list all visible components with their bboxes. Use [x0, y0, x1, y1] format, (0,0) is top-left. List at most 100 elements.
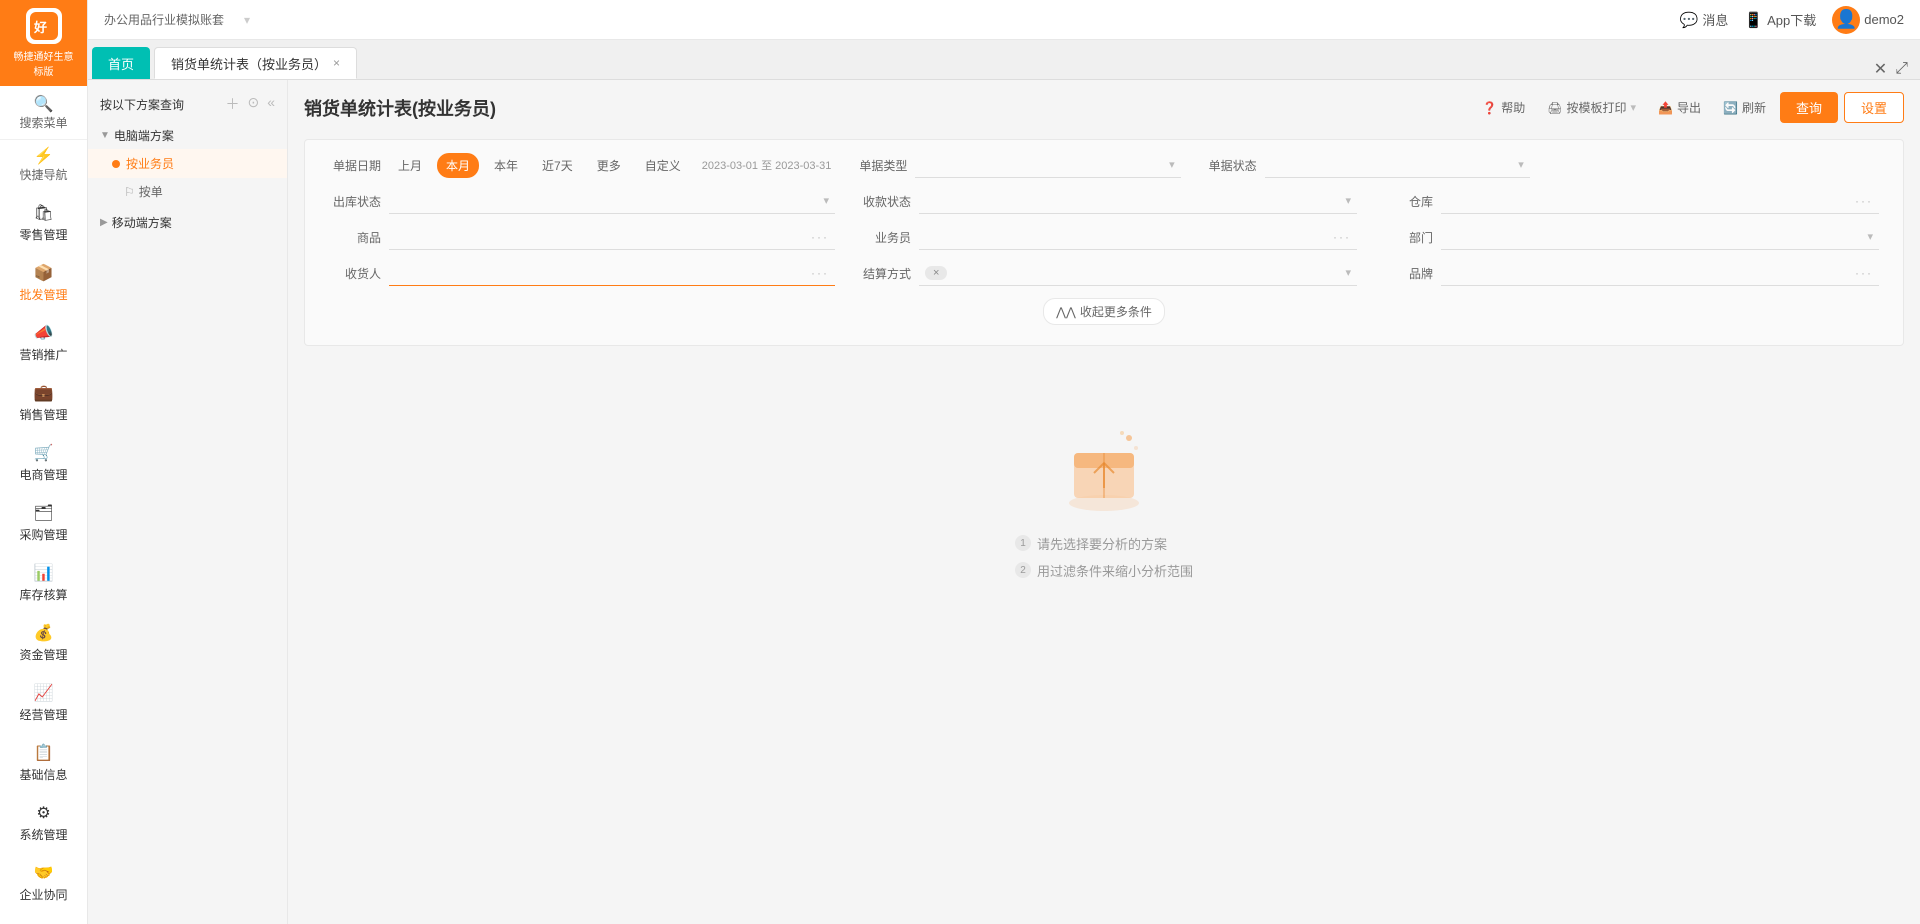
brand-input[interactable]: ··· — [1441, 260, 1879, 286]
hint-num-2: 2 — [1015, 562, 1031, 578]
salesman-label: 业务员 — [851, 229, 911, 246]
app-download-btn[interactable]: 📱 App下载 — [1744, 10, 1816, 29]
settlement-tag-close[interactable]: × — [933, 267, 939, 279]
out-status-caret: ▾ — [823, 194, 829, 207]
dept-input[interactable]: ▾ — [1441, 224, 1879, 250]
settlement-input[interactable]: × ▾ — [919, 260, 1357, 286]
print-btn[interactable]: 🖨 按模板打印 ▾ — [1539, 95, 1644, 120]
marketing-icon: 📣 — [34, 323, 54, 343]
app-logo[interactable]: 好 畅捷通好生意 标版 — [0, 0, 87, 86]
sidebar-system-label: 系统管理 — [19, 826, 67, 843]
doc-type-label: 单据类型 — [847, 157, 907, 174]
panel-desktop-header[interactable]: ▼ 电脑端方案 — [88, 122, 287, 149]
collapse-up-icon: ⋀⋀ — [1056, 305, 1076, 319]
query-btn[interactable]: 查询 — [1780, 92, 1838, 123]
panel-item-by-order[interactable]: ⚐ 按单 — [88, 178, 287, 205]
product-label: 商品 — [321, 229, 381, 246]
refresh-icon: 🔄 — [1723, 101, 1738, 115]
panel-icons: ＋ ⊙ « — [225, 94, 275, 114]
panel-add-icon[interactable]: ＋ — [225, 94, 239, 114]
tab-maximize-icon[interactable]: ⤢ — [1895, 60, 1908, 78]
panel-order-label: 按单 — [139, 183, 163, 200]
product-dots: ··· — [811, 230, 829, 244]
sidebar-item-basic[interactable]: 📋 基础信息 — [0, 733, 87, 793]
panel-section-mobile: ▶ 移动端方案 — [88, 207, 287, 238]
collect-status-label: 收款状态 — [851, 193, 911, 210]
collapse-bar: ⋀⋀ 收起更多条件 — [321, 290, 1887, 333]
warehouse-label: 仓库 — [1373, 193, 1433, 210]
panel-item-by-salesman[interactable]: 按业务员 — [88, 149, 287, 178]
doc-status-input[interactable]: ▾ — [1265, 152, 1530, 178]
main-area: 办公用品行业模拟账套 ▾ 💬 消息 📱 App下载 👤 demo2 首页 — [88, 0, 1920, 924]
warehouse-input[interactable]: ··· — [1441, 188, 1879, 214]
collapse-label: 收起更多条件 — [1080, 303, 1152, 320]
active-dot — [112, 160, 120, 168]
settings-btn[interactable]: 设置 — [1844, 92, 1904, 123]
print-icon: 🖨 — [1547, 101, 1562, 115]
help-btn[interactable]: ❓ 帮助 — [1474, 95, 1533, 120]
doc-type-caret: ▾ — [1169, 158, 1175, 171]
out-status-input[interactable]: ▾ — [389, 188, 835, 214]
top-header: 办公用品行业模拟账套 ▾ 💬 消息 📱 App下载 👤 demo2 — [88, 0, 1920, 40]
export-btn[interactable]: 📤 导出 — [1650, 95, 1709, 120]
sidebar-item-retail[interactable]: 🛍 零售管理 — [0, 193, 87, 253]
avatar: 👤 — [1832, 6, 1860, 34]
tab-bar: 首页 销货单统计表（按业务员） × ✕ ⤢ — [88, 40, 1920, 80]
print-dropdown-icon[interactable]: ▾ — [1631, 101, 1637, 114]
sidebar-item-finance[interactable]: 💰 资金管理 — [0, 613, 87, 673]
message-btn[interactable]: 💬 消息 — [1680, 10, 1729, 29]
ecommerce-icon: 🛒 — [34, 443, 54, 463]
tab-home[interactable]: 首页 — [92, 47, 150, 79]
page-title: 销货单统计表(按业务员) — [304, 95, 496, 121]
sidebar-item-enterprise[interactable]: 🤝 企业协同 — [0, 853, 87, 913]
sidebar-item-ecommerce[interactable]: 🛒 电商管理 — [0, 433, 87, 493]
date-btn-thismonth[interactable]: 本月 — [437, 153, 479, 178]
sidebar-search[interactable]: 🔍 搜索菜单 — [0, 86, 87, 140]
sidebar-item-inventory[interactable]: 📊 库存核算 — [0, 553, 87, 613]
product-input[interactable]: ··· — [389, 224, 835, 250]
date-btn-7days[interactable]: 近7天 — [533, 153, 582, 178]
sidebar-item-marketing[interactable]: 📣 营销推广 — [0, 313, 87, 373]
user-profile-btn[interactable]: 👤 demo2 — [1832, 6, 1904, 34]
sidebar-item-newguide[interactable]: 🎯 新手引导 — [0, 913, 87, 924]
date-btn-lastmonth[interactable]: 上月 — [389, 153, 431, 178]
panel-collapse-icon[interactable]: « — [267, 94, 275, 114]
date-btn-custom[interactable]: 自定义 — [636, 153, 690, 178]
panel-desktop-label: 电脑端方案 — [114, 127, 174, 144]
recipient-input[interactable]: ··· — [389, 260, 835, 286]
refresh-label: 刷新 — [1742, 99, 1766, 116]
panel-mobile-header[interactable]: ▶ 移动端方案 — [88, 209, 287, 236]
recipient-dots: ··· — [811, 266, 829, 280]
salesman-input[interactable]: ··· — [919, 224, 1357, 250]
panel-salesman-label: 按业务员 — [126, 155, 174, 172]
brand-label: 品牌 — [1373, 265, 1433, 282]
sidebar-item-wholesale[interactable]: 📦 批发管理 — [0, 253, 87, 313]
refresh-btn[interactable]: 🔄 刷新 — [1715, 95, 1774, 120]
purchase-icon: 🗂 — [33, 503, 53, 523]
doc-type-input[interactable]: ▾ — [915, 152, 1180, 178]
settlement-caret: ▾ — [1345, 266, 1351, 279]
print-label: 按模板打印 — [1566, 99, 1626, 116]
inventory-icon: 📊 — [34, 563, 54, 583]
app-sublabel: 标版 — [34, 63, 54, 78]
panel-refresh-icon[interactable]: ⊙ — [247, 94, 259, 114]
sidebar-item-purchase[interactable]: 🗂 采购管理 — [0, 493, 87, 553]
date-btn-more[interactable]: 更多 — [588, 153, 630, 178]
sidebar-item-operations[interactable]: 📈 经营管理 — [0, 673, 87, 733]
sidebar-inventory-label: 库存核算 — [19, 586, 67, 603]
date-btn-thisyear[interactable]: 本年 — [485, 153, 527, 178]
main-content: 销货单统计表(按业务员) ❓ 帮助 🖨 按模板打印 ▾ 📤 — [288, 80, 1920, 924]
tab-close-icon[interactable]: × — [333, 56, 340, 70]
sidebar-item-system[interactable]: ⚙ 系统管理 — [0, 793, 87, 853]
date-filter-group: 上月 本月 本年 近7天 更多 自定义 2023-03-01 至 2023-03… — [389, 153, 831, 178]
sidebar-marketing-label: 营销推广 — [19, 346, 67, 363]
operations-icon: 📈 — [34, 683, 54, 703]
sidebar-quicknav[interactable]: ⚡ 快捷导航 — [0, 140, 87, 189]
collapse-btn[interactable]: ⋀⋀ 收起更多条件 — [1043, 298, 1165, 325]
collect-status-input[interactable]: ▾ — [919, 188, 1357, 214]
panel-desktop-expand-icon: ▼ — [100, 130, 110, 141]
tab-close-window-icon[interactable]: ✕ — [1874, 59, 1887, 79]
tab-sales-stats[interactable]: 销货单统计表（按业务员） × — [154, 47, 357, 79]
empty-state: 1 请先选择要分析的方案 2 用过滤条件来缩小分析范围 — [304, 358, 1904, 640]
sidebar-item-sales[interactable]: 💼 销售管理 — [0, 373, 87, 433]
